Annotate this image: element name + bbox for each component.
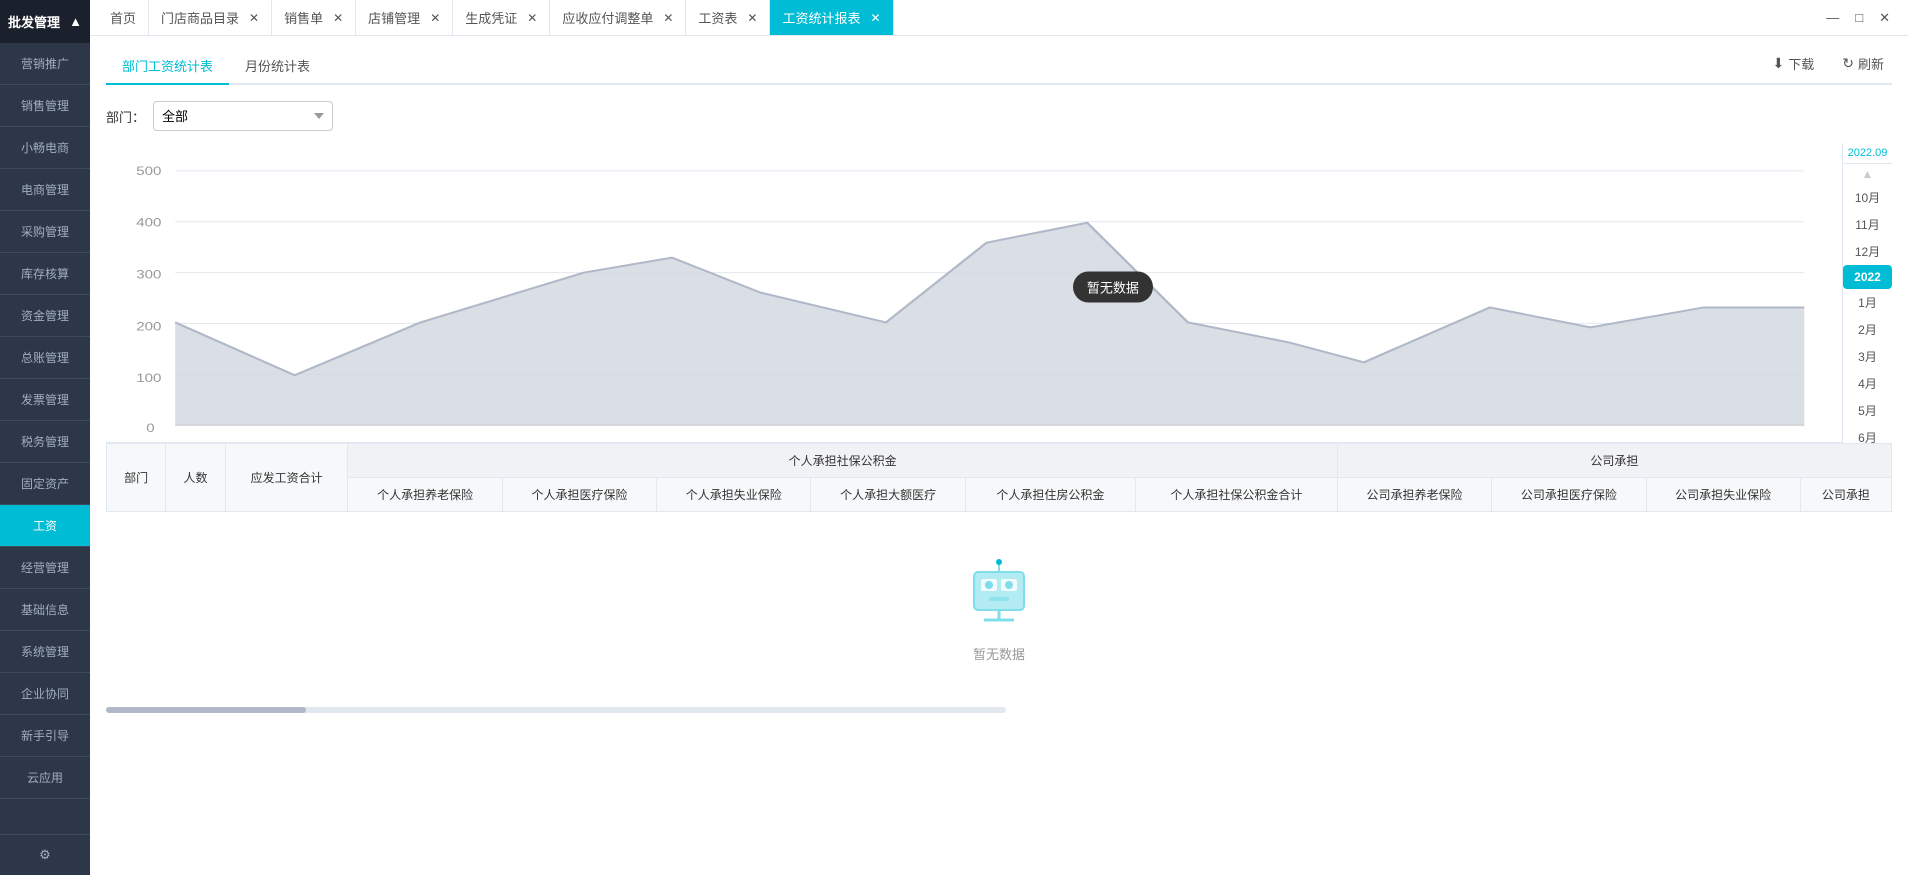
col-company-unemployment: 公司承担失业保险 — [1646, 478, 1800, 512]
subtab-dept[interactable]: 部门工资统计表 — [106, 48, 229, 85]
year-item-2022[interactable]: 2022 — [1843, 265, 1892, 289]
col-company-pension: 公司承担养老保险 — [1337, 478, 1491, 512]
filter-toolbar: 部门： 全部 — [106, 101, 1892, 131]
col-personal-total: 个人承担社保公积金合计 — [1135, 478, 1337, 512]
col-personal-medical: 个人承担医疗保险 — [502, 478, 656, 512]
sidebar-item-system[interactable]: 系统管理 — [0, 631, 90, 673]
svg-text:0: 0 — [146, 421, 155, 434]
col-personal-housing: 个人承担住房公积金 — [965, 478, 1135, 512]
data-table: 部门 人数 应发工资合计 个人承担社保公积金 公司承担 个人承担养老保险 个人承… — [106, 443, 1892, 512]
sidebar-item-ecommerce-small[interactable]: 小畅电商 — [0, 127, 90, 169]
table-wrapper: 部门 人数 应发工资合计 个人承担社保公积金 公司承担 个人承担养老保险 个人承… — [106, 443, 1892, 863]
window-restore[interactable]: □ — [1849, 8, 1869, 27]
tab-close-payroll-report[interactable]: ✕ — [871, 11, 881, 25]
tab-close-ar-adjust[interactable]: ✕ — [663, 11, 673, 25]
month-item-5[interactable]: 5月 — [1843, 397, 1892, 424]
horizontal-scrollbar[interactable] — [106, 703, 1892, 721]
tab-close-store-catalog[interactable]: ✕ — [249, 11, 259, 25]
tab-voucher[interactable]: 生成凭证 ✕ — [453, 0, 550, 36]
sidebar-item-finance[interactable]: 资金管理 — [0, 295, 90, 337]
sidebar-item-operations[interactable]: 经营管理 — [0, 547, 90, 589]
svg-text:300: 300 — [136, 268, 162, 281]
tab-close-voucher[interactable]: ✕ — [527, 11, 537, 25]
download-button[interactable]: ⬇ 下载 — [1765, 50, 1823, 77]
sidebar-item-inventory[interactable]: 库存核算 — [0, 253, 90, 295]
empty-state-icon — [959, 552, 1039, 632]
tab-payroll-report[interactable]: 工资统计报表 ✕ — [770, 0, 893, 36]
empty-text: 暂无数据 — [973, 644, 1025, 663]
no-data-tooltip: 暂无数据 — [1073, 271, 1153, 302]
subtab-month[interactable]: 月份统计表 — [229, 48, 326, 85]
year-panel-title[interactable]: 2022.09 — [1843, 143, 1892, 164]
empty-state: 暂无数据 — [106, 512, 1892, 703]
col-personal-pension: 个人承担养老保险 — [348, 478, 502, 512]
col-company-other: 公司承担 — [1800, 478, 1891, 512]
svg-text:400: 400 — [136, 216, 162, 229]
sidebar-item-tax[interactable]: 税务管理 — [0, 421, 90, 463]
month-item-3[interactable]: 3月 — [1843, 343, 1892, 370]
sidebar-item-sales[interactable]: 销售管理 — [0, 85, 90, 127]
refresh-button[interactable]: ↻ 刷新 — [1834, 50, 1892, 77]
tab-close-store-manage[interactable]: ✕ — [430, 11, 440, 25]
sidebar-item-enterprise[interactable]: 企业协同 — [0, 673, 90, 715]
settings-footer[interactable]: ⚙ — [0, 834, 90, 875]
tab-store-catalog[interactable]: 门店商品目录 ✕ — [149, 0, 272, 36]
tab-bar: 首页 门店商品目录 ✕ 销售单 ✕ 店铺管理 ✕ 生成凭证 ✕ 应收应付调整单 … — [90, 0, 1908, 36]
col-personal-group: 个人承担社保公积金 — [348, 444, 1337, 478]
tab-close-payroll[interactable]: ✕ — [747, 11, 757, 25]
tab-home[interactable]: 首页 — [98, 0, 149, 36]
chart-svg: 0 100 200 300 400 500 — [106, 143, 1842, 442]
sidebar-item-assets[interactable]: 固定资产 — [0, 463, 90, 505]
window-minimize[interactable]: — — [1820, 8, 1845, 27]
month-item-4[interactable]: 4月 — [1843, 370, 1892, 397]
sidebar-title: 批发管理 — [8, 12, 60, 31]
download-icon: ⬇ — [1773, 55, 1785, 72]
month-item-12[interactable]: 12月 — [1843, 238, 1892, 265]
sidebar-item-cloud[interactable]: 云应用 — [0, 757, 90, 799]
sidebar-item-ledger[interactable]: 总账管理 — [0, 337, 90, 379]
col-total-salary: 应发工资合计 — [225, 444, 348, 512]
svg-text:500: 500 — [136, 164, 162, 177]
year-up-arrow[interactable]: ▲ — [1859, 164, 1877, 184]
svg-text:200: 200 — [136, 320, 162, 333]
window-close[interactable]: ✕ — [1873, 8, 1896, 28]
col-personal-unemployment: 个人承担失业保险 — [657, 478, 811, 512]
col-company-group: 公司承担 — [1337, 444, 1891, 478]
month-item-2[interactable]: 2月 — [1843, 316, 1892, 343]
content-area: 部门工资统计表 月份统计表 ⬇ 下载 ↻ 刷新 部门： 全部 — [90, 36, 1908, 875]
chart-area: 0 100 200 300 400 500 — [106, 143, 1842, 443]
tab-close-sales-order[interactable]: ✕ — [333, 11, 343, 25]
gear-icon: ⚙ — [39, 847, 51, 862]
tab-ar-adjust[interactable]: 应收应付调整单 ✕ — [550, 0, 686, 36]
refresh-icon: ↻ — [1842, 55, 1854, 72]
col-headcount: 人数 — [166, 444, 225, 512]
tab-store-manage[interactable]: 店铺管理 ✕ — [356, 0, 453, 36]
col-personal-major-medical: 个人承担大额医疗 — [811, 478, 965, 512]
col-dept: 部门 — [107, 444, 166, 512]
sidebar-header[interactable]: 批发管理 ▲ — [0, 0, 90, 43]
filter-left: 部门： 全部 — [106, 101, 333, 131]
tab-payroll[interactable]: 工资表 ✕ — [686, 0, 770, 36]
month-item-11[interactable]: 11月 — [1843, 211, 1892, 238]
month-item-6[interactable]: 6月 — [1843, 424, 1892, 443]
sidebar-item-guide[interactable]: 新手引导 — [0, 715, 90, 757]
sidebar-item-marketing[interactable]: 营销推广 — [0, 43, 90, 85]
sidebar-collapse-icon: ▲ — [69, 14, 82, 29]
tab-sales-order[interactable]: 销售单 ✕ — [272, 0, 356, 36]
sidebar-item-ecommerce[interactable]: 电商管理 — [0, 169, 90, 211]
month-item-1[interactable]: 1月 — [1843, 289, 1892, 316]
subtab-bar: 部门工资统计表 月份统计表 ⬇ 下载 ↻ 刷新 — [106, 48, 1892, 85]
main-area: 首页 门店商品目录 ✕ 销售单 ✕ 店铺管理 ✕ 生成凭证 ✕ 应收应付调整单 … — [90, 0, 1908, 875]
sidebar-item-invoice[interactable]: 发票管理 — [0, 379, 90, 421]
sidebar-item-purchase[interactable]: 采购管理 — [0, 211, 90, 253]
sidebar-item-payroll[interactable]: 工资 — [0, 505, 90, 547]
dept-select[interactable]: 全部 — [153, 101, 333, 131]
year-panel: 2022.09 ▲ 10月 11月 12月 2022 1月 2月 3月 4月 5… — [1842, 143, 1892, 443]
sidebar-item-basic-info[interactable]: 基础信息 — [0, 589, 90, 631]
month-item-10[interactable]: 10月 — [1843, 184, 1892, 211]
dept-label: 部门： — [106, 107, 145, 126]
svg-text:100: 100 — [136, 372, 162, 385]
sidebar: 批发管理 ▲ 营销推广 销售管理 小畅电商 电商管理 采购管理 库存核算 资金管… — [0, 0, 90, 875]
col-company-medical: 公司承担医疗保险 — [1492, 478, 1646, 512]
